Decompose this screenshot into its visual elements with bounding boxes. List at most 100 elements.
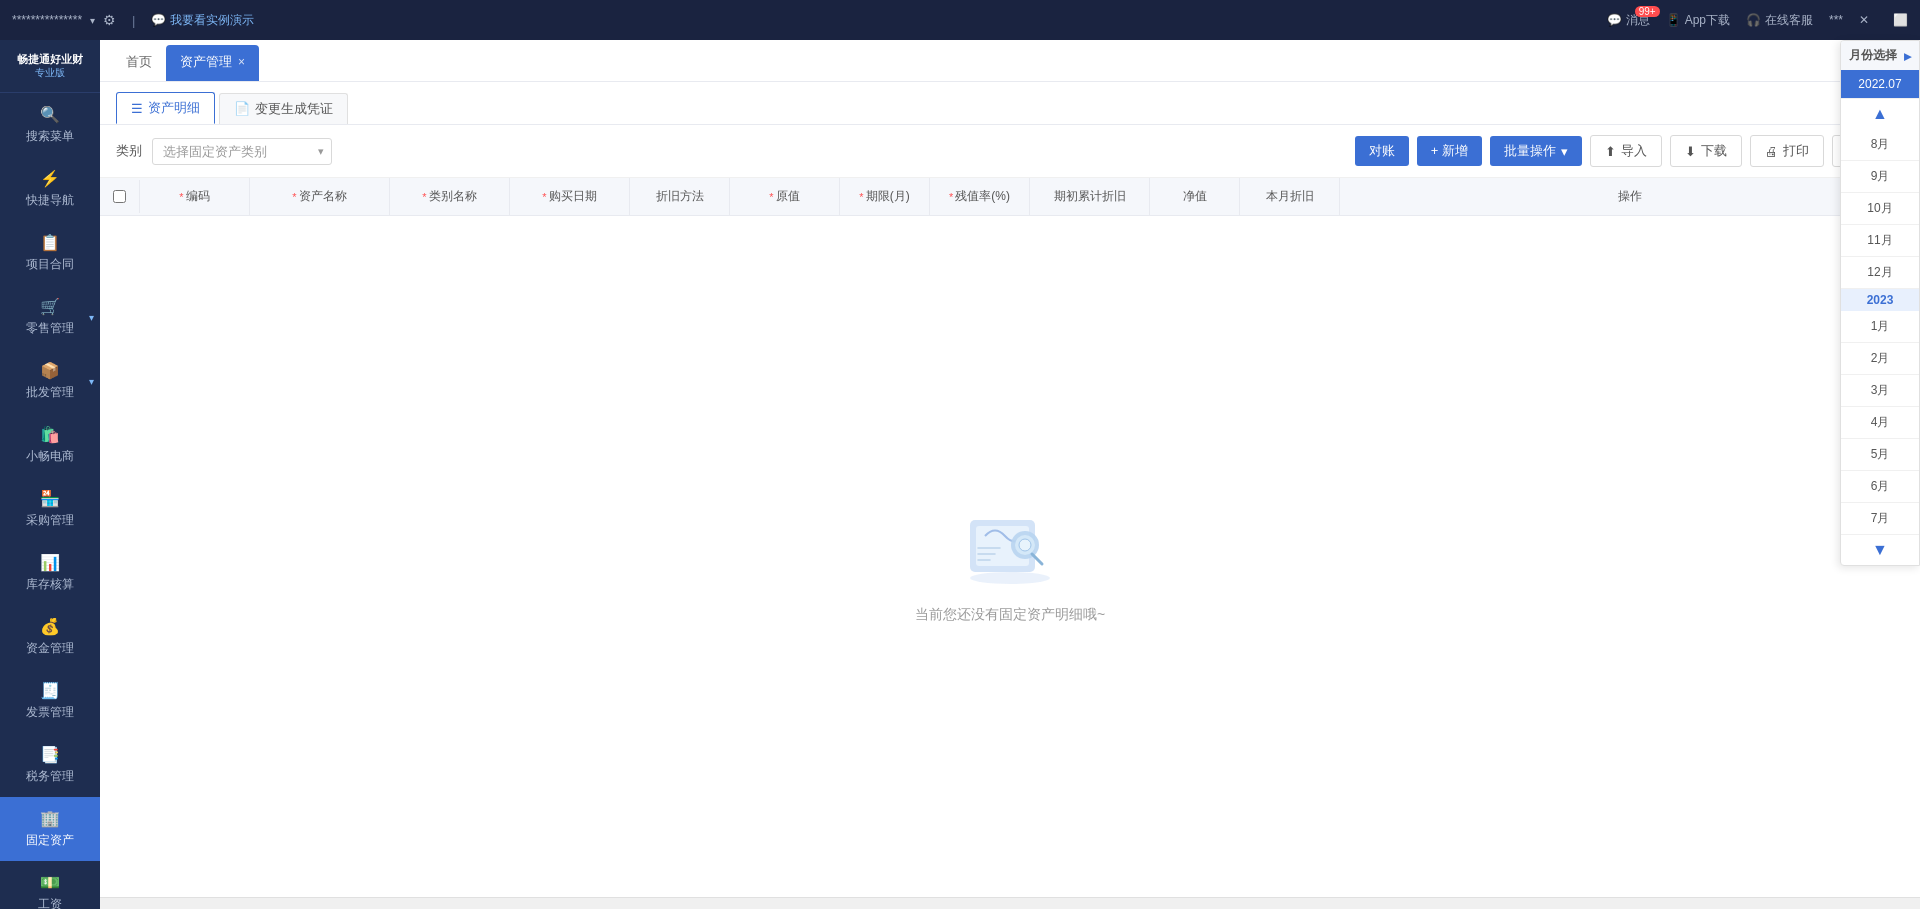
messages-button[interactable]: 💬 消息 99+ <box>1607 12 1650 29</box>
month-item-2023-5[interactable]: 5月 <box>1841 439 1919 471</box>
download-button[interactable]: ⬇ 下载 <box>1670 135 1742 167</box>
th-period-depr: 期初累计折旧 <box>1030 178 1150 215</box>
sidebar-item-quick-nav[interactable]: ⚡ 快捷导航 <box>0 157 100 221</box>
search-icon: 🔍 <box>40 105 60 124</box>
month-item-2023-2[interactable]: 2月 <box>1841 343 1919 375</box>
month-item-2022-07[interactable]: 2022.07 <box>1841 70 1919 99</box>
demo-link[interactable]: 💬 我要看实例演示 <box>151 12 254 29</box>
svg-point-0 <box>970 572 1050 584</box>
th-category: * 类别名称 <box>390 178 510 215</box>
sidebar-item-ecom[interactable]: 🛍️ 小畅电商 <box>0 413 100 477</box>
sidebar-item-project[interactable]: 📋 项目合同 <box>0 221 100 285</box>
company-name: *************** <box>12 13 82 27</box>
demo-icon: 💬 <box>151 13 166 27</box>
tab-close-icon[interactable]: × <box>238 55 245 69</box>
tab-assets[interactable]: 资产管理 × <box>166 45 259 81</box>
app-download-button[interactable]: 📱 App下载 <box>1666 12 1730 29</box>
import-icon: ⬆ <box>1605 144 1616 159</box>
sidebar-item-salary[interactable]: 💵 工资 <box>0 861 100 909</box>
ecom-icon: 🛍️ <box>40 425 60 444</box>
horizontal-scrollbar[interactable] <box>100 897 1920 909</box>
settings-icon[interactable]: ⚙ <box>103 12 116 28</box>
month-item-12[interactable]: 12月 <box>1841 257 1919 289</box>
sidebar-item-assets[interactable]: 🏢 固定资产 <box>0 797 100 861</box>
month-item-2023-6[interactable]: 6月 <box>1841 471 1919 503</box>
month-item-2023-7[interactable]: 7月 <box>1841 503 1919 535</box>
th-code: * 编码 <box>140 178 250 215</box>
month-item-2023-1[interactable]: 1月 <box>1841 311 1919 343</box>
month-picker-toggle[interactable]: ▸ <box>1904 48 1911 64</box>
sidebar-item-purchase[interactable]: 🏪 采购管理 <box>0 477 100 541</box>
empty-text: 当前您还没有固定资产明细哦~ <box>915 606 1105 624</box>
quick-nav-icon: ⚡ <box>40 169 60 188</box>
sidebar-logo: 畅捷通好业财 专业版 <box>0 40 100 93</box>
finance-icon: 💰 <box>40 617 60 636</box>
header-left: *************** ▾ ⚙ | 💬 我要看实例演示 <box>12 12 254 29</box>
sidebar-item-retail[interactable]: 🛒 零售管理 <box>0 285 100 349</box>
month-item-9[interactable]: 9月 <box>1841 161 1919 193</box>
month-item-8[interactable]: 8月 <box>1841 129 1919 161</box>
app-subtitle: 专业版 <box>8 66 92 80</box>
th-buy-date: * 购买日期 <box>510 178 630 215</box>
import-button[interactable]: ⬆ 导入 <box>1590 135 1662 167</box>
tab-bar: 首页 资产管理 × <box>100 40 1920 82</box>
empty-illustration <box>950 490 1070 590</box>
download-icon: ⬇ <box>1685 144 1696 159</box>
th-ops: 操作 <box>1340 178 1920 215</box>
category-select[interactable]: 选择固定资产类别 <box>152 138 332 165</box>
main-layout: 畅捷通好业财 专业版 🔍 搜索菜单 ⚡ 快捷导航 📋 项目合同 🛒 零售管理 📦… <box>0 40 1920 909</box>
online-service-button[interactable]: 🎧 在线客服 <box>1746 12 1813 29</box>
select-all-checkbox[interactable] <box>113 190 126 203</box>
inventory-icon: 📊 <box>40 553 60 572</box>
assets-icon: 🏢 <box>40 809 60 828</box>
sidebar-item-inventory[interactable]: 📊 库存核算 <box>0 541 100 605</box>
add-button[interactable]: + 新增 <box>1417 136 1482 166</box>
purchase-icon: 🏪 <box>40 489 60 508</box>
reconcile-button[interactable]: 对账 <box>1355 136 1409 166</box>
headset-icon: 🎧 <box>1746 13 1761 27</box>
prev-year-arrow[interactable]: ▲ <box>1872 105 1888 123</box>
invoice-icon: 🧾 <box>40 681 60 700</box>
month-item-10[interactable]: 10月 <box>1841 193 1919 225</box>
header-right: 💬 消息 99+ 📱 App下载 🎧 在线客服 *** ✕ ⬜ <box>1607 12 1908 29</box>
company-dropdown-arrow[interactable]: ▾ <box>90 15 95 26</box>
next-year-arrow[interactable]: ▼ <box>1872 541 1888 559</box>
th-residual: * 残值率(%) <box>930 178 1030 215</box>
content-area: 首页 资产管理 × ☰ 资产明细 📄 变更生成凭证 <box>100 40 1920 909</box>
month-picker-header: 月份选择 ▸ <box>1841 41 1919 70</box>
month-picker-panel: 月份选择 ▸ 2022.07 ▲ 8月 9月 10月 11月 12月 2023 … <box>1840 40 1920 566</box>
print-icon: 🖨 <box>1765 144 1778 159</box>
tab-home[interactable]: 首页 <box>112 45 166 81</box>
page-content: ☰ 资产明细 📄 变更生成凭证 类别 选择固定资产类别 ▾ <box>100 82 1920 909</box>
sub-tab-detail[interactable]: ☰ 资产明细 <box>116 92 215 124</box>
sidebar-item-search[interactable]: 🔍 搜索菜单 <box>0 93 100 157</box>
sidebar-item-batch[interactable]: 📦 批发管理 <box>0 349 100 413</box>
sidebar-item-invoice[interactable]: 🧾 发票管理 <box>0 669 100 733</box>
salary-icon: 💵 <box>40 873 60 892</box>
month-picker-title: 月份选择 <box>1849 47 1897 64</box>
sidebar: 畅捷通好业财 专业版 🔍 搜索菜单 ⚡ 快捷导航 📋 项目合同 🛒 零售管理 📦… <box>0 40 100 909</box>
app-title: 畅捷通好业财 <box>8 52 92 66</box>
batch-ops-button[interactable]: 批量操作 ▾ <box>1490 136 1582 166</box>
toolbar-left: 类别 选择固定资产类别 ▾ <box>116 138 1345 165</box>
list-icon: ☰ <box>131 101 143 116</box>
voucher-icon: 📄 <box>234 101 250 116</box>
sidebar-item-tax[interactable]: 📑 税务管理 <box>0 733 100 797</box>
close-button[interactable]: ✕ <box>1859 13 1869 27</box>
svg-point-6 <box>1019 539 1031 551</box>
th-method: 折旧方法 <box>630 178 730 215</box>
batch-icon: 📦 <box>40 361 60 380</box>
month-picker-nav: ▲ <box>1841 99 1919 129</box>
sidebar-item-finance[interactable]: 💰 资金管理 <box>0 605 100 669</box>
top-header: *************** ▾ ⚙ | 💬 我要看实例演示 💬 消息 99+… <box>0 0 1920 40</box>
month-item-11[interactable]: 11月 <box>1841 225 1919 257</box>
month-item-2023-4[interactable]: 4月 <box>1841 407 1919 439</box>
tax-icon: 📑 <box>40 745 60 764</box>
th-period: * 期限(月) <box>840 178 930 215</box>
month-item-2023-3[interactable]: 3月 <box>1841 375 1919 407</box>
maximize-button[interactable]: ⬜ <box>1893 13 1908 27</box>
phone-icon: 📱 <box>1666 13 1681 27</box>
print-button[interactable]: 🖨 打印 <box>1750 135 1824 167</box>
category-label: 类别 <box>116 142 142 160</box>
sub-tab-voucher[interactable]: 📄 变更生成凭证 <box>219 93 348 124</box>
